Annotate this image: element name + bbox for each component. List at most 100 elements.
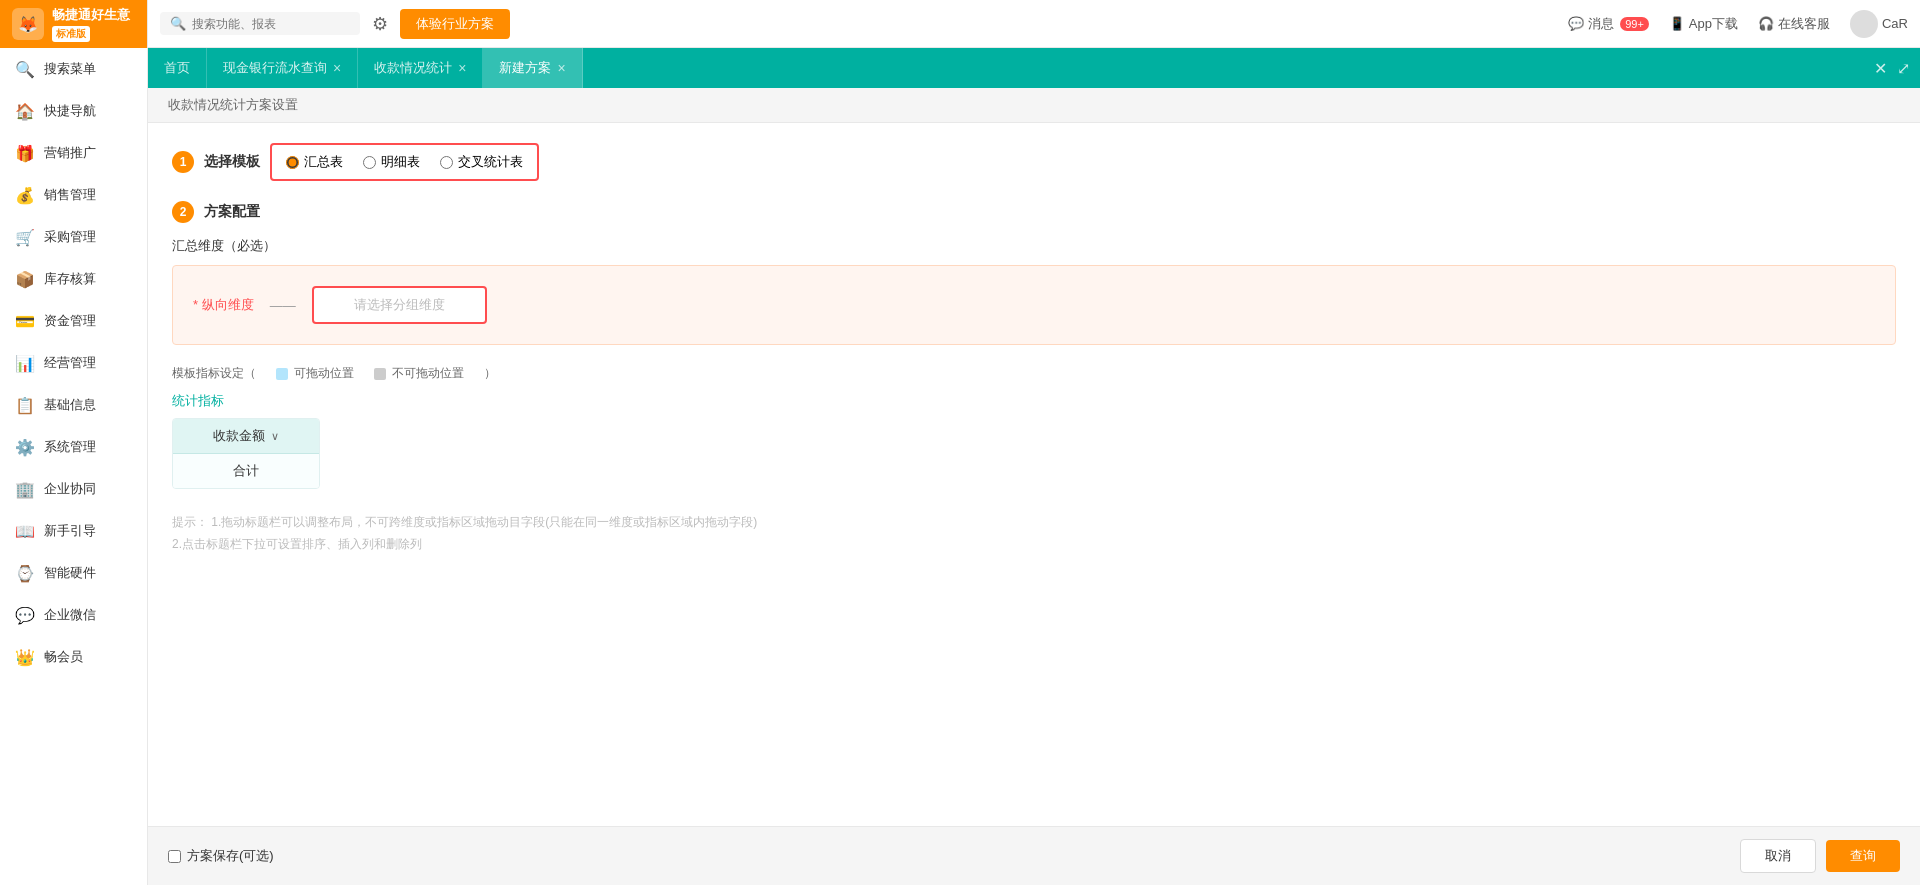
content-area: 收款情况统计方案设置 1 选择模板 汇总表 明细表 bbox=[148, 88, 1920, 885]
sidebar-item-smart-hw[interactable]: ⌚ 智能硬件 bbox=[0, 552, 147, 594]
sidebar-label-operations: 经营管理 bbox=[44, 354, 96, 372]
sidebar-item-member[interactable]: 👑 畅会员 bbox=[0, 636, 147, 678]
sidebar-label-wechat: 企业微信 bbox=[44, 606, 96, 624]
sidebar-item-system[interactable]: ⚙️ 系统管理 bbox=[0, 426, 147, 468]
form-area: 1 选择模板 汇总表 明细表 交叉统计表 bbox=[148, 123, 1920, 826]
metrics-col-header[interactable]: 收款金额 ∨ bbox=[173, 419, 319, 454]
service-icon: 🎧 bbox=[1758, 16, 1774, 31]
sidebar-item-guide[interactable]: 📖 新手引导 bbox=[0, 510, 147, 552]
radio-detail-input[interactable] bbox=[363, 156, 376, 169]
online-service-item[interactable]: 🎧 在线客服 bbox=[1758, 15, 1830, 33]
sidebar-item-purchase[interactable]: 🛒 采购管理 bbox=[0, 216, 147, 258]
sidebar-icon-finance: 💳 bbox=[16, 312, 34, 330]
dimension-arrow: —— bbox=[270, 298, 296, 313]
sidebar-item-marketing[interactable]: 🎁 营销推广 bbox=[0, 132, 147, 174]
sidebar-icon-sales: 💰 bbox=[16, 186, 34, 204]
sidebar-icon-marketing: 🎁 bbox=[16, 144, 34, 162]
metrics-header-label: 模板指标设定（ bbox=[172, 365, 256, 382]
save-checkbox[interactable] bbox=[168, 850, 181, 863]
tips-area: 提示： 1.拖动标题栏可以调整布局，不可跨维度或指标区域拖动目字段(只能在同一维… bbox=[172, 512, 1896, 555]
sidebar-item-search-menu[interactable]: 🔍 搜索菜单 bbox=[0, 48, 147, 90]
sidebar-icon-member: 👑 bbox=[16, 648, 34, 666]
close-window-icon[interactable]: ✕ bbox=[1874, 59, 1887, 78]
tab-home-label: 首页 bbox=[164, 59, 190, 77]
notification-label: 消息 bbox=[1588, 15, 1614, 33]
metrics-header: 模板指标设定（ 可拖动位置 不可拖动位置 ） bbox=[172, 365, 1896, 382]
sidebar-item-finance[interactable]: 💳 资金管理 bbox=[0, 300, 147, 342]
radio-cross[interactable]: 交叉统计表 bbox=[440, 153, 523, 171]
logo-text: 畅捷通好生意 bbox=[52, 6, 130, 24]
search-input[interactable] bbox=[192, 17, 312, 31]
topbar: 🔍 ⚙ 体验行业方案 💬 消息 99+ 📱 App下载 🎧 在线客服 CaR bbox=[148, 0, 1920, 48]
metrics-section: 模板指标设定（ 可拖动位置 不可拖动位置 ） 统计指标 bbox=[172, 365, 1896, 492]
tip-line1: 提示： 1.拖动标题栏可以调整布局，不可跨维度或指标区域拖动目字段(只能在同一维… bbox=[172, 512, 1896, 534]
tab-bank-flow[interactable]: 现金银行流水查询 × bbox=[207, 48, 358, 88]
avatar bbox=[1850, 10, 1878, 38]
sidebar-icon-base-info: 📋 bbox=[16, 396, 34, 414]
radio-summary-label: 汇总表 bbox=[304, 153, 343, 171]
radio-summary-input[interactable] bbox=[286, 156, 299, 169]
sidebar-item-wechat[interactable]: 💬 企业微信 bbox=[0, 594, 147, 636]
search-box[interactable]: 🔍 bbox=[160, 12, 360, 35]
sidebar-item-quick-nav[interactable]: 🏠 快捷导航 bbox=[0, 90, 147, 132]
main-area: 🔍 ⚙ 体验行业方案 💬 消息 99+ 📱 App下载 🎧 在线客服 CaR bbox=[148, 0, 1920, 885]
industry-btn[interactable]: 体验行业方案 bbox=[400, 9, 510, 39]
sidebar-item-sales[interactable]: 💰 销售管理 bbox=[0, 174, 147, 216]
sidebar-label-collab: 企业协同 bbox=[44, 480, 96, 498]
gear-icon[interactable]: ⚙ bbox=[372, 13, 388, 35]
sidebar-label-sales: 销售管理 bbox=[44, 186, 96, 204]
legend-draggable-dot bbox=[276, 368, 288, 380]
save-option[interactable]: 方案保存(可选) bbox=[168, 847, 274, 865]
row-dimension-label: * 纵向维度 bbox=[193, 296, 254, 314]
app-icon: 📱 bbox=[1669, 16, 1685, 31]
sidebar-icon-guide: 📖 bbox=[16, 522, 34, 540]
tab-new-plan-close[interactable]: × bbox=[557, 60, 565, 76]
tab-new-plan[interactable]: 新建方案 × bbox=[483, 48, 582, 88]
sidebar-icon-wechat: 💬 bbox=[16, 606, 34, 624]
radio-summary[interactable]: 汇总表 bbox=[286, 153, 343, 171]
cancel-button[interactable]: 取消 bbox=[1740, 839, 1816, 873]
query-button[interactable]: 查询 bbox=[1826, 840, 1900, 872]
sidebar-item-collab[interactable]: 🏢 企业协同 bbox=[0, 468, 147, 510]
sidebar-icon-purchase: 🛒 bbox=[16, 228, 34, 246]
sidebar-label-inventory: 库存核算 bbox=[44, 270, 96, 288]
tab-bank-flow-close[interactable]: × bbox=[333, 60, 341, 76]
radio-cross-label: 交叉统计表 bbox=[458, 153, 523, 171]
tip-line2: 2.点击标题栏下拉可设置排序、插入列和删除列 bbox=[172, 534, 1896, 556]
sidebar-label-search-menu: 搜索菜单 bbox=[44, 60, 96, 78]
sidebar-label-finance: 资金管理 bbox=[44, 312, 96, 330]
step1-section: 1 选择模板 汇总表 明细表 交叉统计表 bbox=[172, 143, 1896, 181]
sidebar-logo: 🦊 畅捷通好生意 标准版 bbox=[0, 0, 147, 48]
radio-cross-input[interactable] bbox=[440, 156, 453, 169]
sidebar: 🦊 畅捷通好生意 标准版 🔍 搜索菜单 🏠 快捷导航 🎁 营销推广 💰 销售管理… bbox=[0, 0, 148, 885]
sidebar-item-inventory[interactable]: 📦 库存核算 bbox=[0, 258, 147, 300]
metrics-table: 收款金额 ∨ 合计 bbox=[172, 418, 320, 489]
user-name: CaR bbox=[1882, 16, 1908, 31]
tab-bank-flow-label: 现金银行流水查询 bbox=[223, 59, 327, 77]
footer-bar: 方案保存(可选) 取消 查询 bbox=[148, 826, 1920, 885]
app-download-item[interactable]: 📱 App下载 bbox=[1669, 15, 1738, 33]
step2-num: 2 bbox=[172, 201, 194, 223]
dimension-row: * 纵向维度 —— 请选择分组维度 bbox=[193, 286, 1875, 324]
sidebar-icon-search-menu: 🔍 bbox=[16, 60, 34, 78]
sidebar-item-base-info[interactable]: 📋 基础信息 bbox=[0, 384, 147, 426]
legend-non-draggable-label: 不可拖动位置 bbox=[392, 365, 464, 382]
sidebar-label-smart-hw: 智能硬件 bbox=[44, 564, 96, 582]
sidebar-icon-quick-nav: 🏠 bbox=[16, 102, 34, 120]
tabs-actions: ✕ ⤢ bbox=[1864, 48, 1920, 88]
notification-item[interactable]: 💬 消息 99+ bbox=[1568, 15, 1649, 33]
sidebar-label-guide: 新手引导 bbox=[44, 522, 96, 540]
metrics-title: 统计指标 bbox=[172, 392, 1896, 410]
tab-home[interactable]: 首页 bbox=[148, 48, 207, 88]
step2-header: 2 方案配置 bbox=[172, 201, 1896, 223]
maximize-icon[interactable]: ⤢ bbox=[1897, 59, 1910, 78]
dimension-area: * 纵向维度 —— 请选择分组维度 bbox=[172, 265, 1896, 345]
app-download-label: App下载 bbox=[1689, 15, 1738, 33]
dimension-select[interactable]: 请选择分组维度 bbox=[312, 286, 487, 324]
step2-title: 方案配置 bbox=[204, 203, 260, 221]
tab-receipt-stat[interactable]: 收款情况统计 × bbox=[358, 48, 483, 88]
tab-receipt-stat-close[interactable]: × bbox=[458, 60, 466, 76]
user-avatar-item[interactable]: CaR bbox=[1850, 10, 1908, 38]
radio-detail[interactable]: 明细表 bbox=[363, 153, 420, 171]
sidebar-item-operations[interactable]: 📊 经营管理 bbox=[0, 342, 147, 384]
